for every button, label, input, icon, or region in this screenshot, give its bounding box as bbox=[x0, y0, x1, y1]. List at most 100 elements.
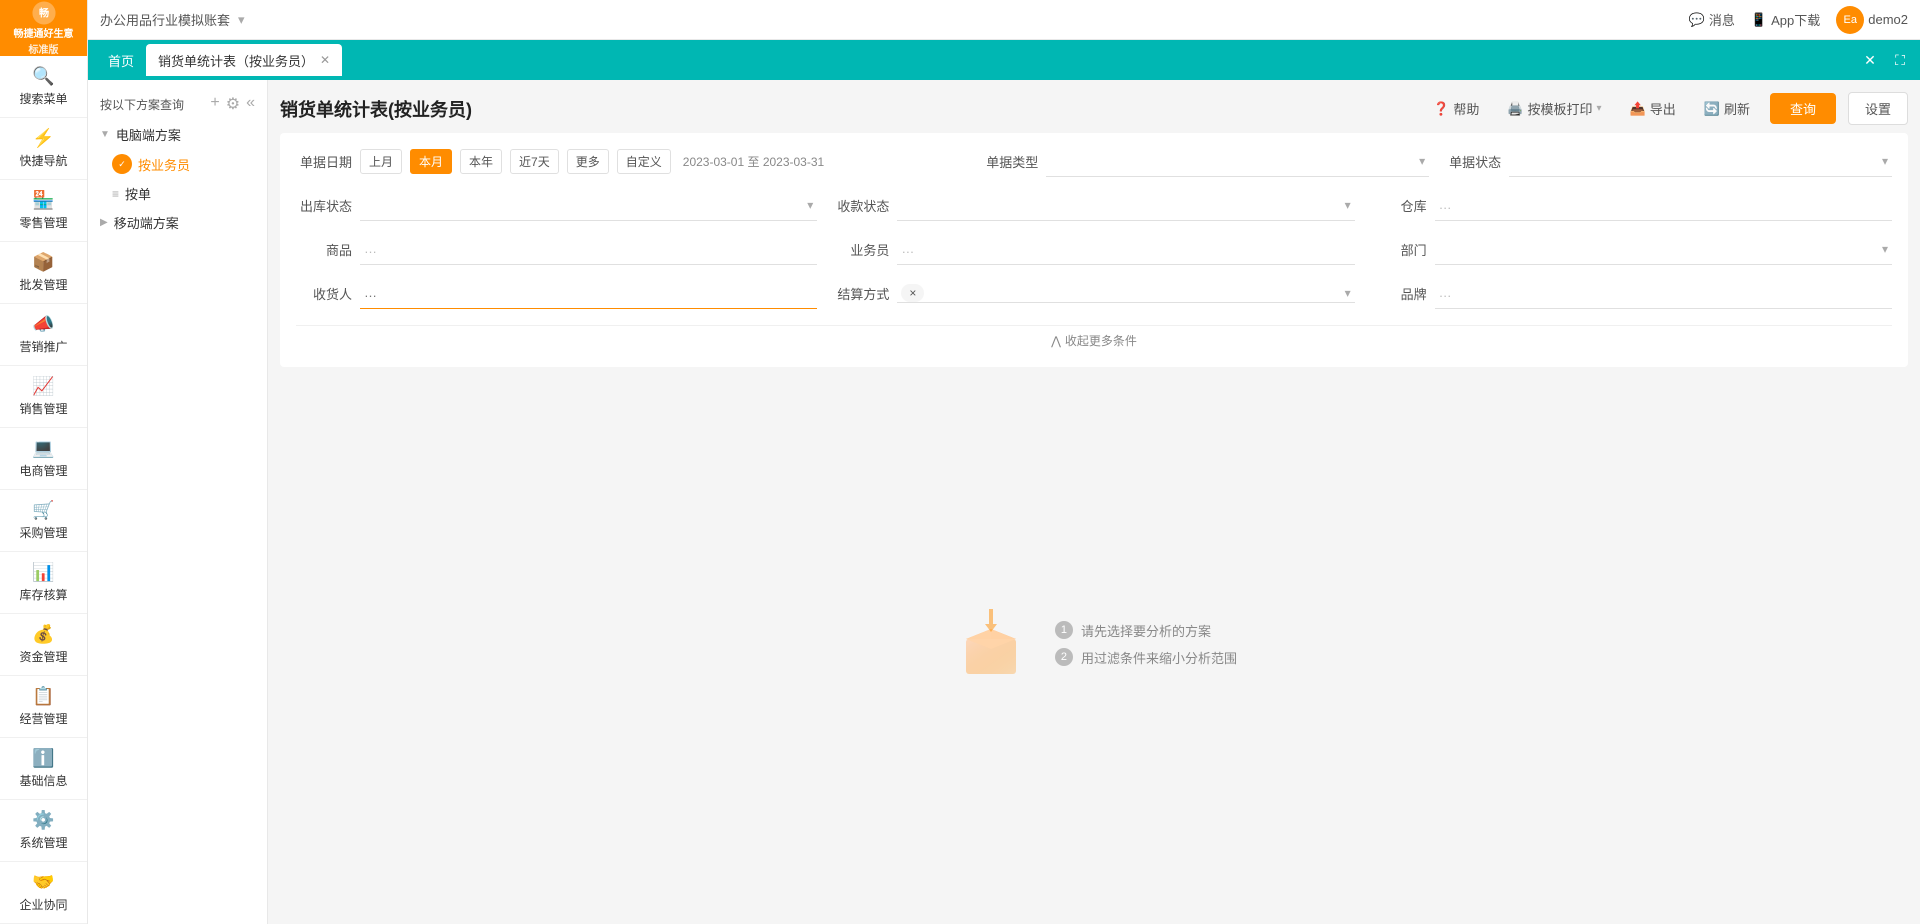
app-download-label: App下载 bbox=[1771, 10, 1820, 29]
empty-state: 1 请先选择要分析的方案 2 用过滤条件来缩小分析范围 bbox=[280, 375, 1908, 912]
sidebar-item-system[interactable]: ⚙️ 系统管理 bbox=[0, 800, 88, 862]
refresh-label: 刷新 bbox=[1724, 99, 1750, 118]
doc-status-select[interactable]: ▾ bbox=[1509, 145, 1892, 177]
tip-text-1: 请先选择要分析的方案 bbox=[1081, 621, 1211, 640]
message-button[interactable]: 💬 消息 bbox=[1689, 10, 1735, 29]
download-icon: 📱 bbox=[1751, 12, 1767, 28]
query-button[interactable]: 查询 bbox=[1770, 93, 1836, 124]
refresh-button[interactable]: 🔄 刷新 bbox=[1696, 95, 1758, 122]
date-last-month-button[interactable]: 上月 bbox=[360, 149, 402, 174]
empty-tip-2: 2 用过滤条件来缩小分析范围 bbox=[1055, 648, 1237, 667]
sidebar-item-wholesale[interactable]: 📦 批发管理 bbox=[0, 242, 88, 304]
tip-text-2: 用过滤条件来缩小分析范围 bbox=[1081, 648, 1237, 667]
breadcrumb-dropdown-icon[interactable]: ▾ bbox=[238, 12, 245, 28]
sidebar-item-enterprise[interactable]: 🤝 企业协同 bbox=[0, 862, 88, 924]
search-icon: 🔍 bbox=[32, 66, 54, 87]
brand-input[interactable] bbox=[1435, 277, 1892, 309]
tree-expand-icon: ▶ bbox=[100, 217, 108, 228]
date-last7days-button[interactable]: 近7天 bbox=[510, 149, 559, 174]
sidebar-item-marketing[interactable]: 📣 营销推广 bbox=[0, 304, 88, 366]
tabbar-actions: ✕ ⛶ bbox=[1858, 48, 1912, 72]
tree-item-pc[interactable]: ▼ 电脑端方案 bbox=[88, 120, 267, 149]
sidebar-item-sales[interactable]: 📈 销售管理 bbox=[0, 366, 88, 428]
sidebar-item-retail[interactable]: 🏪 零售管理 bbox=[0, 180, 88, 242]
shortcut-icon: ⚡ bbox=[32, 128, 54, 149]
print-dropdown-icon: ▾ bbox=[1597, 103, 1602, 114]
goods-input[interactable] bbox=[360, 233, 817, 265]
salesman-input[interactable] bbox=[897, 233, 1354, 265]
brand-label: 品牌 bbox=[1371, 284, 1427, 303]
date-this-month-button[interactable]: 本月 bbox=[410, 149, 452, 174]
ship-status-dropdown-icon: ▾ bbox=[807, 198, 813, 212]
settings-scheme-button[interactable]: ⚙ bbox=[226, 94, 240, 114]
filter-row-1: 单据日期 上月 本月 本年 近7天 更多 自定义 2023-03-01 至 20… bbox=[296, 145, 1892, 177]
marketing-icon: 📣 bbox=[32, 314, 54, 335]
sidebar: 畅 畅捷通好生意 标准版 🔍 搜索菜单 ⚡ 快捷导航 🏪 零售管理 📦 批发管理… bbox=[0, 0, 88, 924]
ship-status-select[interactable]: ▾ bbox=[360, 189, 817, 221]
topbar-right: 💬 消息 📱 App下载 Ea demo2 bbox=[1689, 6, 1908, 34]
tree-item-label: 移动端方案 bbox=[114, 213, 179, 232]
tab-home[interactable]: 首页 bbox=[96, 44, 146, 76]
user-name: demo2 bbox=[1868, 12, 1908, 27]
message-icon: 💬 bbox=[1689, 12, 1705, 28]
wholesale-icon: 📦 bbox=[32, 252, 54, 273]
pay-status-filter: 收款状态 ▾ bbox=[833, 189, 1354, 221]
doc-status-label: 单据状态 bbox=[1445, 152, 1501, 171]
content-area: 按以下方案查询 + ⚙ « ▼ 电脑端方案 ✓ 按业务员 ≡ 按单 bbox=[88, 80, 1920, 924]
pay-status-select[interactable]: ▾ bbox=[897, 189, 1354, 221]
sidebar-item-search[interactable]: 🔍 搜索菜单 bbox=[0, 56, 88, 118]
tab-sales-stat[interactable]: 销货单统计表（按业务员） ✕ bbox=[146, 44, 342, 76]
date-more-button[interactable]: 更多 bbox=[567, 149, 609, 174]
sidebar-item-purchase[interactable]: 🛒 采购管理 bbox=[0, 490, 88, 552]
add-scheme-button[interactable]: + bbox=[210, 94, 219, 114]
payment-tag-close[interactable]: × bbox=[909, 286, 916, 300]
app-download-button[interactable]: 📱 App下载 bbox=[1751, 10, 1820, 29]
tree-item-by-order[interactable]: ≡ 按单 bbox=[88, 179, 267, 208]
warehouse-input[interactable] bbox=[1435, 189, 1892, 221]
doc-status-filter: 单据状态 ▾ bbox=[1445, 145, 1892, 177]
date-custom-button[interactable]: 自定义 bbox=[617, 149, 671, 174]
inventory-icon: 📊 bbox=[32, 562, 54, 583]
retail-icon: 🏪 bbox=[32, 190, 54, 211]
user-menu[interactable]: Ea demo2 bbox=[1836, 6, 1908, 34]
help-label: 帮助 bbox=[1453, 99, 1479, 118]
logo-icon: 畅 bbox=[30, 0, 58, 26]
date-filter: 单据日期 上月 本月 本年 近7天 更多 自定义 2023-03-01 至 20… bbox=[296, 149, 966, 174]
page-header: 销货单统计表(按业务员) ❓ 帮助 🖨️ 按模板打印 ▾ 📤 导出 bbox=[280, 92, 1908, 125]
left-panel-title: 按以下方案查询 bbox=[100, 96, 184, 113]
app-name: 畅捷通好生意 bbox=[14, 28, 74, 41]
tab-expand-button[interactable]: ⛶ bbox=[1888, 48, 1912, 72]
print-icon: 🖨️ bbox=[1507, 101, 1523, 117]
sidebar-item-inventory[interactable]: 📊 库存核算 bbox=[0, 552, 88, 614]
settings-button[interactable]: 设置 bbox=[1848, 92, 1908, 125]
sidebar-item-shortcut[interactable]: ⚡ 快捷导航 bbox=[0, 118, 88, 180]
system-icon: ⚙️ bbox=[32, 810, 54, 831]
avatar-text: Ea bbox=[1844, 14, 1857, 26]
tree-item-by-salesman[interactable]: ✓ 按业务员 bbox=[88, 149, 267, 179]
operation-icon: 📋 bbox=[32, 686, 54, 707]
print-button[interactable]: 🖨️ 按模板打印 ▾ bbox=[1499, 95, 1609, 122]
tab-home-label: 首页 bbox=[108, 51, 134, 70]
tree-item-label: 按业务员 bbox=[138, 155, 190, 174]
tree-item-label: 按单 bbox=[125, 184, 151, 203]
sidebar-item-basic[interactable]: ℹ️ 基础信息 bbox=[0, 738, 88, 800]
dept-select[interactable]: ▾ bbox=[1435, 233, 1892, 265]
ship-status-filter: 出库状态 ▾ bbox=[296, 189, 817, 221]
sidebar-item-finance[interactable]: 💰 资金管理 bbox=[0, 614, 88, 676]
date-this-year-button[interactable]: 本年 bbox=[460, 149, 502, 174]
export-button[interactable]: 📤 导出 bbox=[1622, 95, 1684, 122]
doc-type-select[interactable]: ▾ bbox=[1046, 145, 1429, 177]
receiver-input[interactable] bbox=[360, 277, 817, 309]
page-actions: ❓ 帮助 🖨️ 按模板打印 ▾ 📤 导出 🔄 刷新 bbox=[1425, 92, 1908, 125]
collapse-panel-button[interactable]: « bbox=[246, 94, 255, 114]
date-range-text: 2023-03-01 至 2023-03-31 bbox=[683, 153, 824, 170]
collapse-filters-button[interactable]: ⋀ 收起更多条件 bbox=[296, 325, 1892, 355]
sidebar-item-operation[interactable]: 📋 经营管理 bbox=[0, 676, 88, 738]
tab-close-all-button[interactable]: ✕ bbox=[1858, 48, 1882, 72]
tab-close-icon[interactable]: ✕ bbox=[320, 53, 330, 67]
sidebar-item-ecommerce[interactable]: 💻 电商管理 bbox=[0, 428, 88, 490]
help-button[interactable]: ❓ 帮助 bbox=[1425, 95, 1487, 122]
tree-item-label: 电脑端方案 bbox=[116, 125, 181, 144]
app-sub: 标准版 bbox=[29, 41, 59, 56]
tree-item-mobile[interactable]: ▶ 移动端方案 bbox=[88, 208, 267, 237]
